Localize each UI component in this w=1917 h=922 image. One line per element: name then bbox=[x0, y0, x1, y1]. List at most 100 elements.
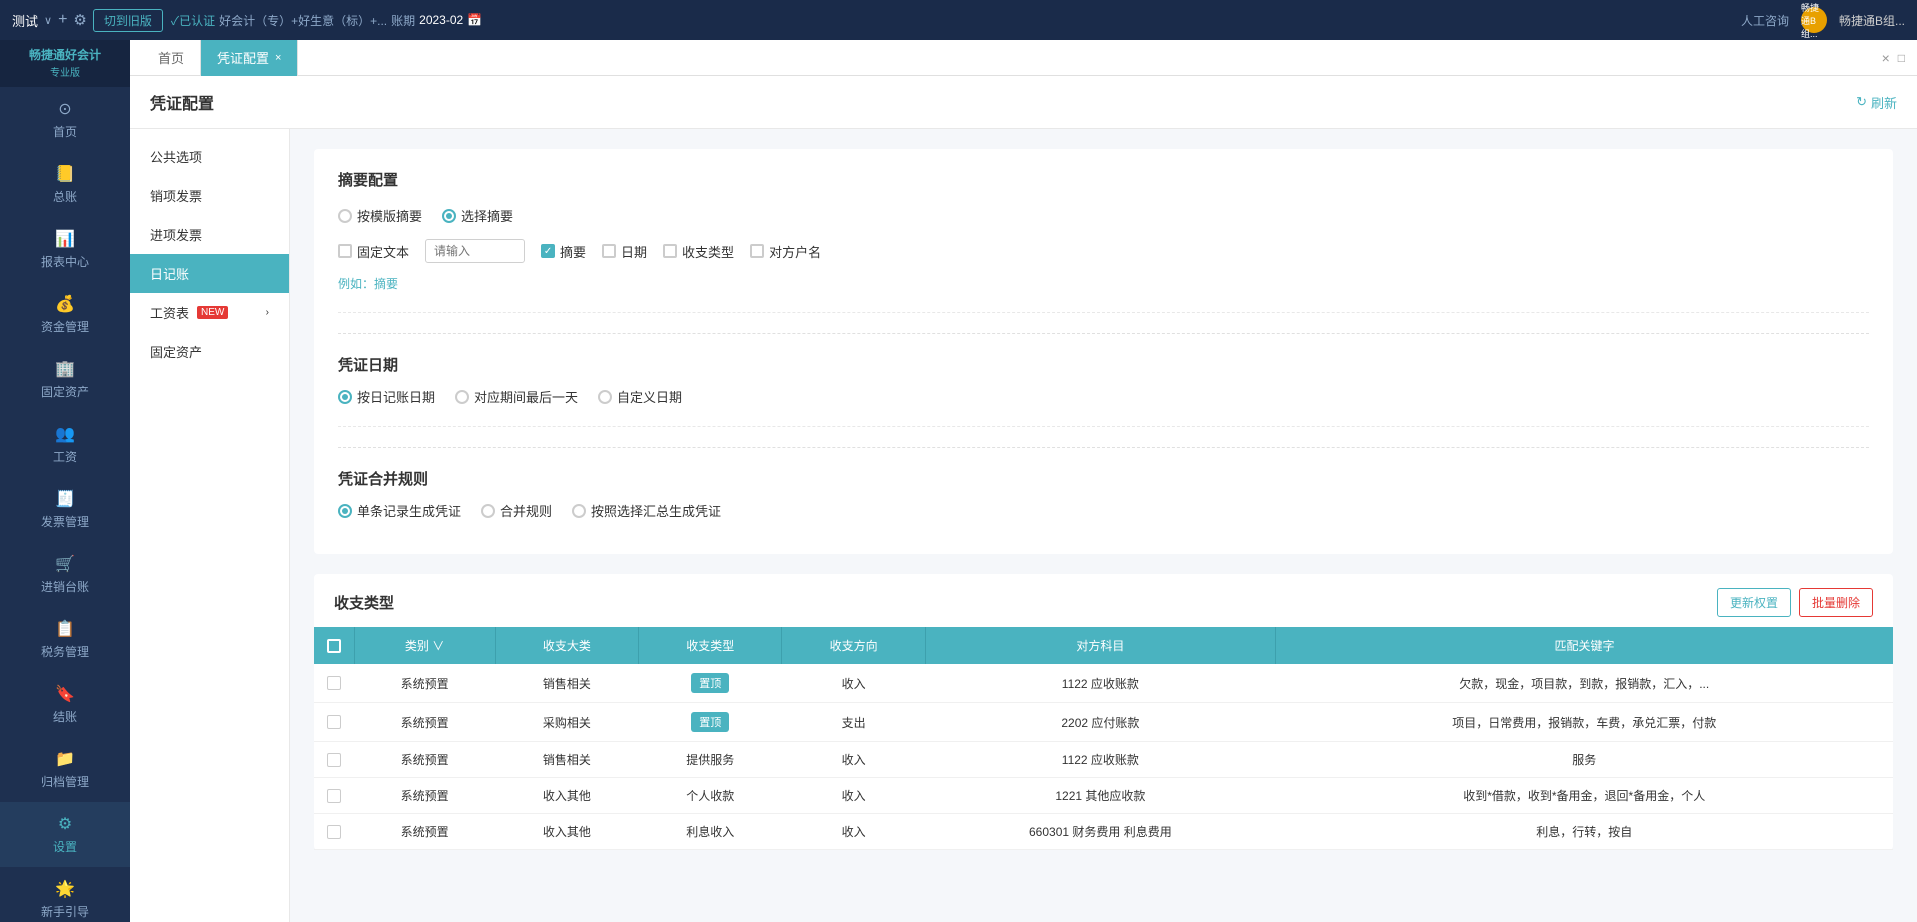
table-row: 系统预置 收入其他 个人收款 收入 1221 其他应收款 收到*借款，收到*备用… bbox=[314, 778, 1893, 814]
radio-label: 自定义日期 bbox=[617, 387, 682, 406]
period-label: 账期 bbox=[391, 12, 415, 29]
sidebar-item-settings[interactable]: ⚙ 设置 bbox=[0, 802, 130, 867]
sidebar-item-reports[interactable]: 📊 报表中心 bbox=[0, 217, 130, 282]
radio-template-summary[interactable]: 按模版摘要 bbox=[338, 206, 422, 225]
sidebar-item-invoices[interactable]: 🧾 发票管理 bbox=[0, 477, 130, 542]
sidebar-item-label: 结账 bbox=[53, 708, 77, 725]
tab-close-icon[interactable]: × bbox=[275, 52, 281, 64]
minimize-icon[interactable]: × bbox=[1882, 50, 1890, 66]
nav-item-public[interactable]: 公共选项 bbox=[130, 137, 289, 176]
checkbox-label: 对方户名 bbox=[769, 242, 821, 261]
summary-checkbox[interactable]: ✓ 摘要 bbox=[541, 242, 586, 261]
gear-icon[interactable]: ⚙ bbox=[73, 11, 86, 29]
radio-select-summary[interactable]: 选择摘要 bbox=[442, 206, 513, 225]
config-sections: 摘要配置 按模版摘要 选择摘要 bbox=[290, 129, 1917, 922]
type-tag[interactable]: 置顶 bbox=[691, 673, 729, 693]
settings-icon: ⚙ bbox=[58, 814, 72, 834]
update-btn[interactable]: 更新权置 bbox=[1717, 588, 1791, 617]
sidebar-item-archive[interactable]: 📁 归档管理 bbox=[0, 737, 130, 802]
radio-merge-rule[interactable]: 合并规则 bbox=[481, 501, 552, 520]
nav-item-journal[interactable]: 日记账 bbox=[130, 254, 289, 293]
sidebar-item-home[interactable]: ⊙ 首页 bbox=[0, 87, 130, 152]
calendar-icon[interactable]: 📅 bbox=[467, 13, 482, 27]
table-title: 收支类型 bbox=[334, 592, 394, 613]
radio-single-record[interactable]: 单条记录生成凭证 bbox=[338, 501, 461, 520]
content-area: 首页 凭证配置 × × □ 凭证配置 ↻ 刷新 bbox=[130, 40, 1917, 922]
consult-link[interactable]: 人工咨询 bbox=[1741, 12, 1789, 29]
radio-summary-generate[interactable]: 按照选择汇总生成凭证 bbox=[572, 501, 721, 520]
radio-by-journal-date[interactable]: 按日记账日期 bbox=[338, 387, 435, 406]
divider bbox=[338, 312, 1869, 313]
row-checkbox[interactable] bbox=[322, 676, 346, 690]
switch-version-btn[interactable]: 切到旧版 bbox=[93, 9, 163, 32]
date-checkbox[interactable]: 日期 bbox=[602, 242, 647, 261]
sidebar-item-tax[interactable]: 📋 税务管理 bbox=[0, 607, 130, 672]
td-direction: 收入 bbox=[782, 664, 925, 703]
dropdown-arrow[interactable]: ∨ bbox=[44, 14, 52, 27]
refresh-btn[interactable]: ↻ 刷新 bbox=[1856, 93, 1897, 112]
ledger-icon: 📒 bbox=[55, 164, 75, 184]
radio-circle bbox=[572, 504, 586, 518]
radio-circle-checked bbox=[338, 390, 352, 404]
td-major-type: 采购相关 bbox=[495, 703, 638, 742]
date-radio-group: 按日记账日期 对应期间最后一天 自定义日期 bbox=[338, 387, 1869, 406]
income-type-checkbox[interactable]: 收支类型 bbox=[663, 242, 734, 261]
nav-item-fixed-assets[interactable]: 固定资产 bbox=[130, 332, 289, 371]
archive-icon: 📁 bbox=[55, 749, 75, 769]
nav-label: 销项发票 bbox=[150, 186, 202, 205]
assets-icon: 🏢 bbox=[55, 359, 75, 379]
tab-home[interactable]: 首页 bbox=[142, 40, 201, 76]
select-all-checkbox[interactable] bbox=[327, 639, 341, 653]
sidebar-item-guide[interactable]: 🌟 新手引导 bbox=[0, 867, 130, 922]
config-layout: 公共选项 销项发票 进项发票 日记账 工资表 NEW › bbox=[130, 129, 1917, 922]
table-row: 系统预置 收入其他 利息收入 收入 660301 财务费用 利息费用 利息，行转… bbox=[314, 814, 1893, 850]
add-icon[interactable]: + bbox=[58, 11, 67, 29]
tab-voucher-config[interactable]: 凭证配置 × bbox=[201, 40, 298, 76]
nav-item-purchase-invoice[interactable]: 进项发票 bbox=[130, 215, 289, 254]
sidebar-item-label: 首页 bbox=[53, 123, 77, 140]
row-checkbox[interactable] bbox=[322, 825, 346, 839]
sidebar-item-payroll[interactable]: 👥 工资 bbox=[0, 412, 130, 477]
maximize-icon[interactable]: □ bbox=[1898, 51, 1905, 65]
table-row: 系统预置 销售相关 置顶 收入 1122 应收账款 欠款，现金，项目款，到款，报… bbox=[314, 664, 1893, 703]
avatar[interactable]: 畅捷通B组... bbox=[1801, 7, 1827, 33]
td-category: 系统预置 bbox=[354, 742, 495, 778]
radio-custom-date[interactable]: 自定义日期 bbox=[598, 387, 682, 406]
sidebar-item-purchase-sales[interactable]: 🛒 进销台账 bbox=[0, 542, 130, 607]
checkbox-box bbox=[602, 244, 616, 258]
fixed-text-checkbox[interactable]: 固定文本 bbox=[338, 242, 409, 261]
td-checkbox bbox=[314, 742, 354, 778]
th-direction: 收支方向 bbox=[782, 627, 925, 664]
radio-circle-checked bbox=[338, 504, 352, 518]
sidebar-item-closing[interactable]: 🔖 结账 bbox=[0, 672, 130, 737]
td-keywords: 收到*借款，收到*备用金，退回*备用金，个人 bbox=[1275, 778, 1893, 814]
td-type: 个人收款 bbox=[639, 778, 782, 814]
page-content: 凭证配置 ↻ 刷新 公共选项 销项发票 进项发票 bbox=[130, 76, 1917, 922]
nav-item-sales-invoice[interactable]: 销项发票 bbox=[130, 176, 289, 215]
fixed-text-input[interactable] bbox=[425, 239, 525, 263]
radio-last-day[interactable]: 对应期间最后一天 bbox=[455, 387, 578, 406]
sidebar-item-label: 发票管理 bbox=[41, 513, 89, 530]
td-major-type: 收入其他 bbox=[495, 778, 638, 814]
row-checkbox[interactable] bbox=[322, 715, 346, 729]
type-tag[interactable]: 置顶 bbox=[691, 712, 729, 732]
new-badge: NEW bbox=[197, 306, 228, 319]
expand-arrow[interactable]: › bbox=[266, 307, 269, 318]
sidebar-item-assets[interactable]: 🏢 固定资产 bbox=[0, 347, 130, 412]
td-keywords: 欠款，现金，项目款，到款，报销款，汇入，... bbox=[1275, 664, 1893, 703]
nav-item-payroll[interactable]: 工资表 NEW › bbox=[130, 293, 289, 332]
date-title: 凭证日期 bbox=[338, 354, 1869, 375]
checkbox-box-checked: ✓ bbox=[541, 244, 555, 258]
table-row: 系统预置 销售相关 提供服务 收入 1122 应收账款 服务 bbox=[314, 742, 1893, 778]
td-type: 置顶 bbox=[639, 664, 782, 703]
main-layout: 畅捷通好会计 专业版 ⊙ 首页 📒 总账 📊 报表中心 💰 资金管理 🏢 固定资… bbox=[0, 40, 1917, 922]
sidebar-item-ledger[interactable]: 📒 总账 bbox=[0, 152, 130, 217]
date-section: 凭证日期 按日记账日期 对应期间最后一天 bbox=[338, 333, 1869, 406]
row-checkbox[interactable] bbox=[322, 789, 346, 803]
td-category: 系统预置 bbox=[354, 664, 495, 703]
batch-delete-btn[interactable]: 批量删除 bbox=[1799, 588, 1873, 617]
sidebar-item-funds[interactable]: 💰 资金管理 bbox=[0, 282, 130, 347]
row-checkbox[interactable] bbox=[322, 753, 346, 767]
summary-title: 摘要配置 bbox=[338, 169, 1869, 190]
counterparty-checkbox[interactable]: 对方户名 bbox=[750, 242, 821, 261]
